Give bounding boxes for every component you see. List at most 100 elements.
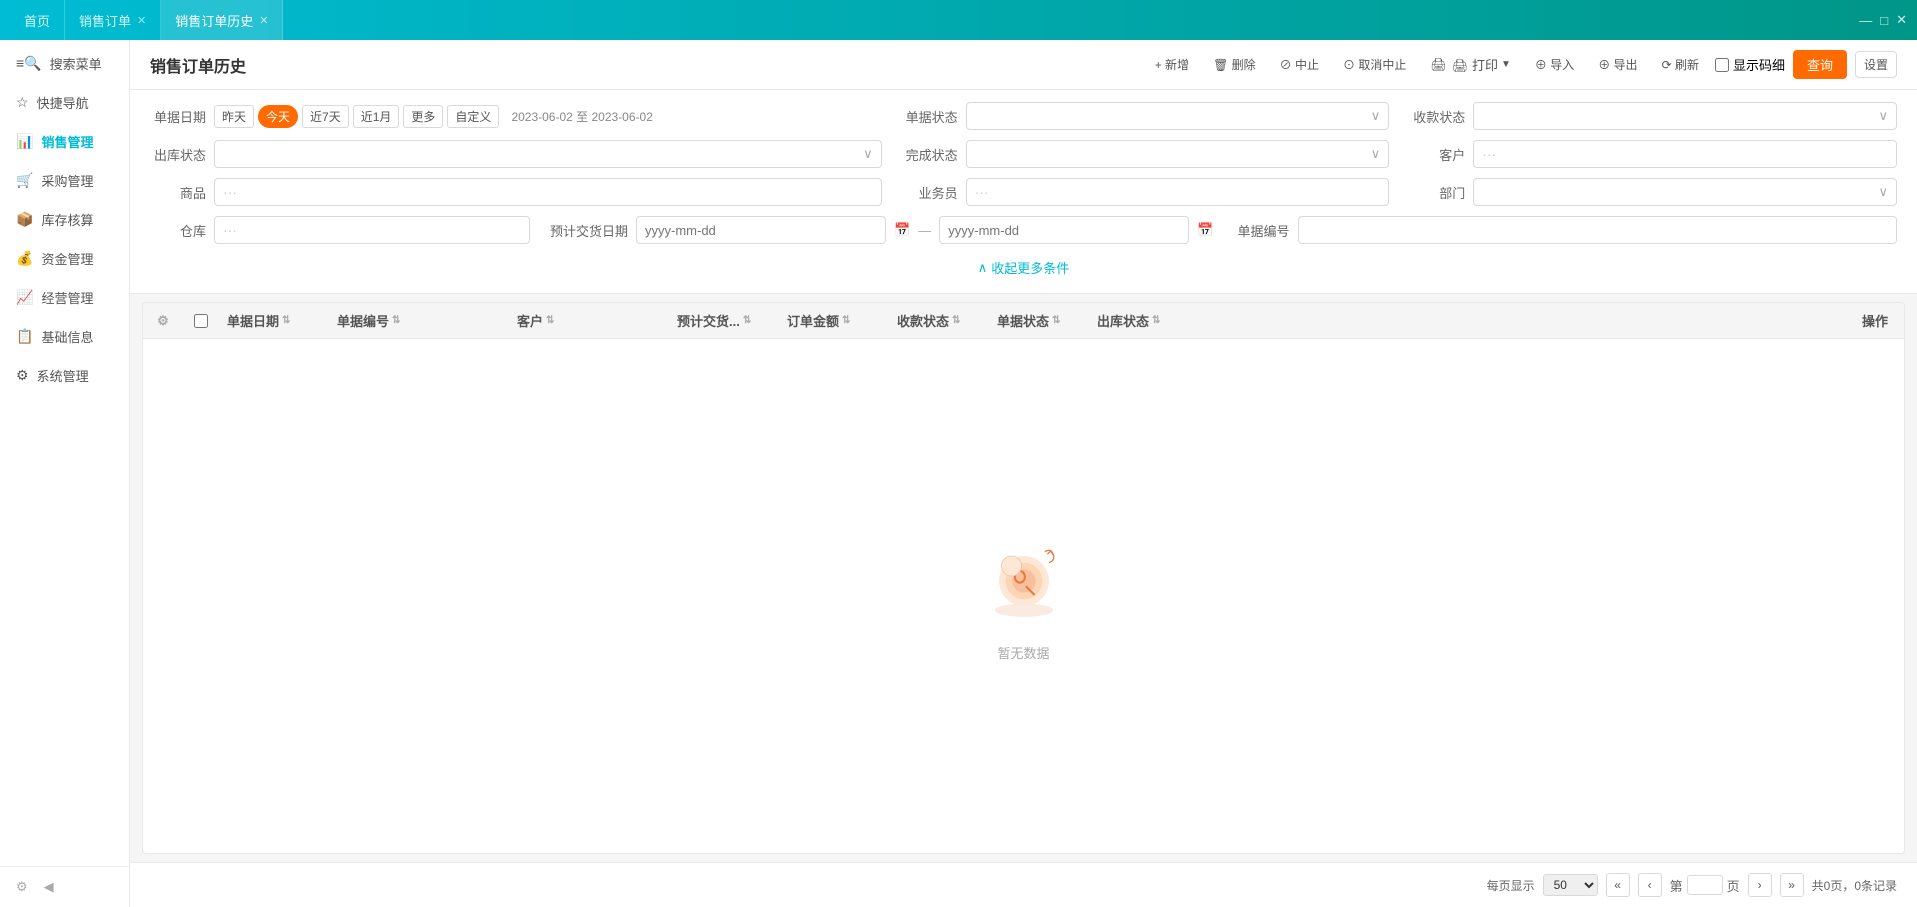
table-col-stock-status[interactable]: 出库状态 ⇅ (1089, 311, 1189, 330)
total-label: 共0页，0条记录 (1812, 877, 1897, 894)
filter-group-order-no: 单据编号 (1234, 216, 1898, 244)
stock-out-arrow-icon: ∨ (863, 146, 873, 162)
top-bar-right: — □ ✕ (1859, 12, 1907, 28)
amount-sort-icon: ⇅ (842, 315, 850, 326)
table-col-order-status[interactable]: 单据状态 ⇅ (989, 311, 1089, 330)
minimize-btn[interactable]: — (1859, 13, 1872, 28)
sidebar-collapse-icon[interactable]: ◀ (44, 879, 54, 895)
date-btn-7days[interactable]: 近7天 (302, 105, 349, 128)
table-select-all-checkbox[interactable] (194, 314, 208, 328)
export-button[interactable]: ⊕ 导出 (1590, 52, 1645, 77)
filter-group-salesperson: 业务员 ··· (902, 178, 1390, 206)
current-page-input[interactable]: 1 (1687, 875, 1723, 895)
sidebar-item-operations[interactable]: 📈 经营管理 (0, 278, 129, 317)
date-buttons: 昨天 今天 近7天 近1月 更多 自定义 (214, 105, 499, 128)
sidebar-item-sales-mgmt[interactable]: 📊 销售管理 (0, 122, 129, 161)
sidebar: ≡🔍 搜索菜单 ☆ 快捷导航 📊 销售管理 🛒 采购管理 📦 库存核算 💰 资金… (0, 40, 130, 907)
per-page-label: 每页显示 (1487, 877, 1535, 894)
toolbar: + 新增 🗑 删除 ⊘ 中止 ⊙ 取消中止 🖨 🖨 打印 ▼ ⊕ 导入 ⊕ 导出… (1147, 50, 1897, 79)
table-col-delivery[interactable]: 预计交货... ⇅ (669, 311, 779, 330)
dept-select[interactable]: ∨ (1473, 178, 1897, 206)
close-sales-history-tab[interactable]: ✕ (259, 14, 268, 27)
date-btn-custom[interactable]: 自定义 (447, 105, 499, 128)
customer-label: 客户 (1409, 145, 1465, 164)
next-page-btn[interactable]: › (1748, 873, 1772, 897)
collapse-button[interactable]: ∧ 收起更多条件 (150, 254, 1897, 281)
pay-status-sort-icon: ⇅ (952, 315, 960, 326)
tab-sales-order[interactable]: 销售订单 ✕ (65, 0, 161, 40)
per-page-select[interactable]: 20 50 100 (1543, 874, 1598, 896)
sales-mgmt-icon: 📊 (16, 133, 33, 150)
print-icon: 🖨 (1430, 57, 1447, 73)
order-status-label: 单据状态 (902, 107, 958, 126)
table-col-pay-status[interactable]: 收款状态 ⇅ (889, 311, 989, 330)
table-settings-icon[interactable]: ⚙ (157, 313, 169, 329)
empty-state: 暂无数据 (143, 339, 1904, 853)
system-mgmt-icon: ⚙ (16, 367, 29, 384)
purchase-mgmt-icon: 🛒 (16, 172, 33, 189)
filter-group-pay-status: 收款状态 ∨ (1409, 102, 1897, 130)
stock-out-select[interactable]: ∨ (214, 140, 882, 168)
sidebar-settings-icon[interactable]: ⚙ (16, 879, 28, 895)
prev-page-btn[interactable]: ‹ (1638, 873, 1662, 897)
table-col-date[interactable]: 单据日期 ⇅ (219, 311, 329, 330)
sidebar-item-system-mgmt[interactable]: ⚙ 系统管理 (0, 356, 129, 395)
table-col-order-no[interactable]: 单据编号 ⇅ (329, 311, 509, 330)
import-button[interactable]: ⊕ 导入 (1527, 52, 1582, 77)
first-page-btn[interactable]: « (1606, 873, 1630, 897)
order-status-select[interactable]: ∨ (966, 102, 1390, 130)
order-status-arrow-icon: ∨ (1371, 108, 1381, 124)
refresh-button[interactable]: ⟳ 刷新 (1654, 52, 1707, 77)
capital-icon: 💰 (16, 250, 33, 267)
stop-button[interactable]: ⊘ 中止 (1272, 52, 1327, 77)
table-col-settings: ⚙ (143, 313, 183, 329)
product-label: 商品 (150, 183, 206, 202)
close-btn[interactable]: ✕ (1896, 12, 1907, 28)
order-no-input[interactable] (1298, 216, 1898, 244)
table-col-amount[interactable]: 订单金额 ⇅ (779, 311, 889, 330)
maximize-btn[interactable]: □ (1880, 13, 1888, 28)
collapse-up-icon: ∧ (978, 260, 988, 276)
new-button[interactable]: + 新增 (1147, 52, 1197, 77)
table-col-customer[interactable]: 客户 ⇅ (509, 311, 669, 330)
cancel-stop-button[interactable]: ⊙ 取消中止 (1335, 52, 1414, 77)
delivery-date-label: 预计交货日期 (550, 221, 628, 240)
sidebar-item-purchase-mgmt[interactable]: 🛒 采购管理 (0, 161, 129, 200)
calendar-to-icon: 📅 (1197, 222, 1213, 238)
sidebar-bottom: ⚙ ◀ (0, 866, 129, 907)
display-cols-label: 显示码细 (1715, 55, 1785, 74)
close-sales-order-tab[interactable]: ✕ (137, 14, 146, 27)
product-input[interactable]: ··· (214, 178, 882, 206)
page-header: 销售订单历史 + 新增 🗑 删除 ⊘ 中止 ⊙ 取消中止 🖨 🖨 打印 ▼ ⊕ … (130, 40, 1917, 90)
pay-status-select[interactable]: ∨ (1473, 102, 1897, 130)
sidebar-item-quick-nav[interactable]: ☆ 快捷导航 (0, 83, 129, 122)
tab-home[interactable]: 首页 (10, 0, 65, 40)
customer-input[interactable]: ··· (1473, 140, 1897, 168)
filter-group-delivery-date: 预计交货日期 📅 — 📅 (550, 216, 1214, 244)
tab-sales-history[interactable]: 销售订单历史 ✕ (161, 0, 283, 40)
display-cols-checkbox[interactable] (1715, 58, 1729, 72)
print-button[interactable]: 🖨 🖨 打印 ▼ (1422, 51, 1519, 78)
date-btn-more[interactable]: 更多 (403, 105, 443, 128)
sidebar-item-search-menu[interactable]: ≡🔍 搜索菜单 (0, 44, 129, 83)
warehouse-input[interactable]: ··· (214, 216, 530, 244)
delete-button[interactable]: 🗑 删除 (1205, 52, 1264, 77)
filter-group-date: 单据日期 昨天 今天 近7天 近1月 更多 自定义 2023-06-02 至 2… (150, 105, 882, 128)
date-btn-yesterday[interactable]: 昨天 (214, 105, 254, 128)
top-bar: 首页 销售订单 ✕ 销售订单历史 ✕ — □ ✕ (0, 0, 1917, 40)
settings-button[interactable]: 设置 (1855, 51, 1897, 78)
stock-out-label: 出库状态 (150, 145, 206, 164)
delivery-date-to[interactable] (939, 216, 1189, 244)
sidebar-item-inventory[interactable]: 📦 库存核算 (0, 200, 129, 239)
table-col-actions: 操作 (1189, 311, 1904, 330)
date-btn-1month[interactable]: 近1月 (353, 105, 400, 128)
sidebar-item-capital[interactable]: 💰 资金管理 (0, 239, 129, 278)
complete-select[interactable]: ∨ (966, 140, 1390, 168)
salesperson-input[interactable]: ··· (966, 178, 1390, 206)
delivery-date-from[interactable] (636, 216, 886, 244)
order-no-label: 单据编号 (1234, 221, 1290, 240)
sidebar-item-basic-info[interactable]: 📋 基础信息 (0, 317, 129, 356)
date-btn-today[interactable]: 今天 (258, 105, 298, 128)
query-button[interactable]: 查询 (1793, 50, 1847, 79)
last-page-btn[interactable]: » (1780, 873, 1804, 897)
